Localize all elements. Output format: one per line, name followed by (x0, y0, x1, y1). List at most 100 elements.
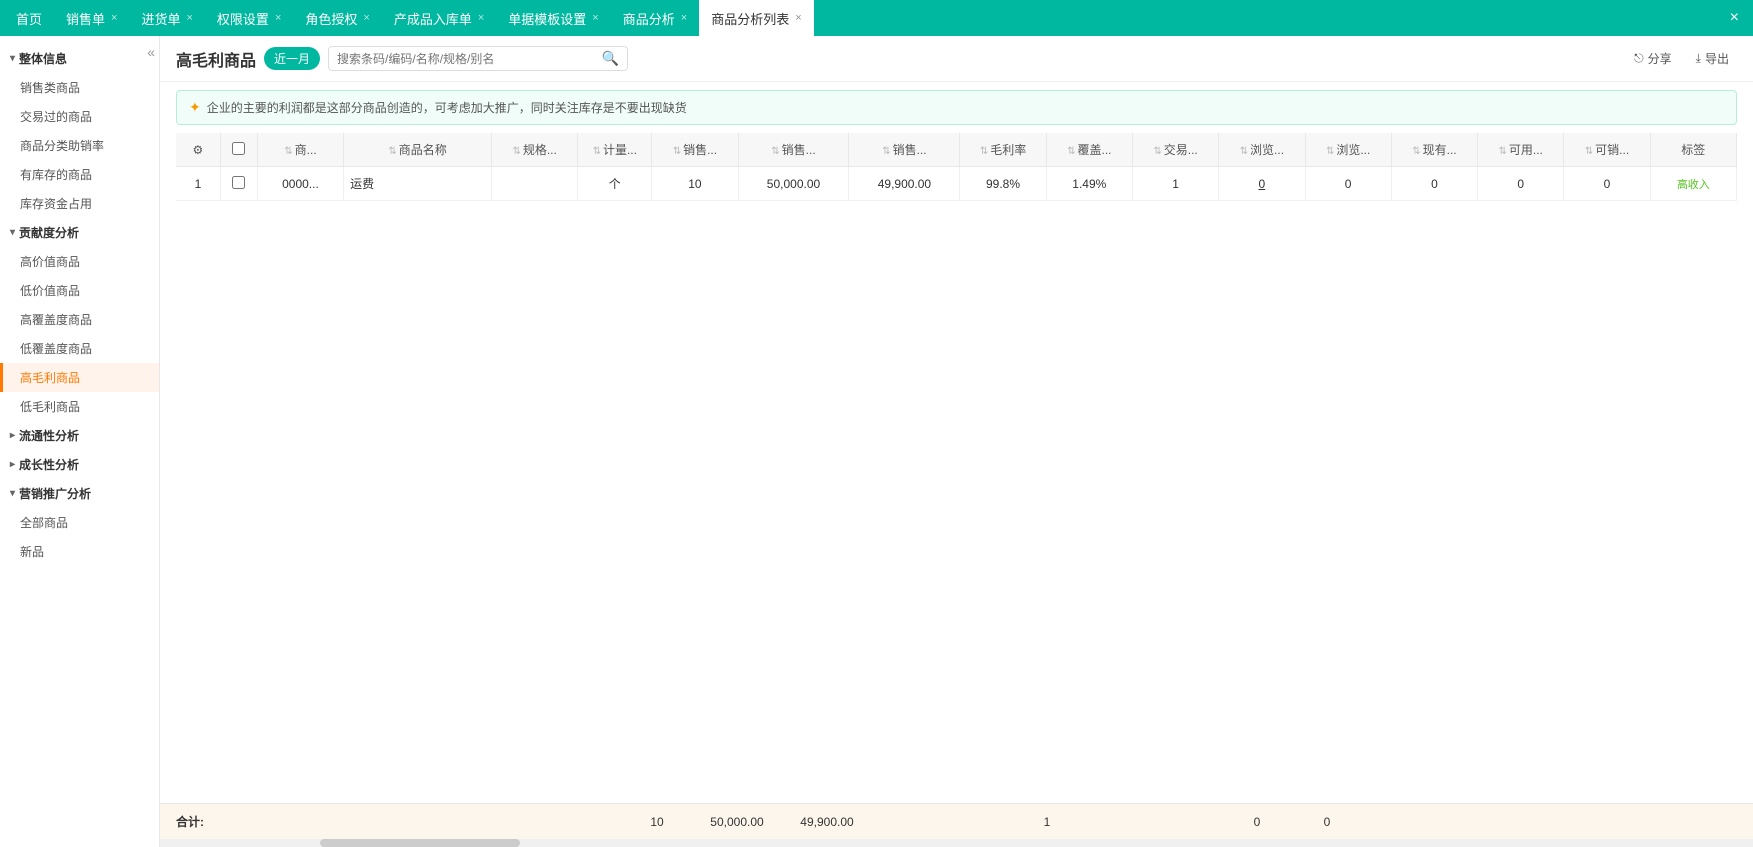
sidebar-group-arrow-3: ▸ (10, 459, 15, 470)
nav-close-icon-3[interactable]: × (275, 12, 281, 24)
col-header-14[interactable]: ⇅现有... (1391, 133, 1477, 167)
col-header-7[interactable]: ⇅销售... (738, 133, 849, 167)
nav-item-1[interactable]: 销售单× (54, 0, 129, 36)
sidebar-group-2[interactable]: ▸流通性分析 (0, 421, 159, 450)
footer-cell-14: 0 (1222, 815, 1292, 829)
sidebar-item-0-1[interactable]: 交易过的商品 (0, 102, 159, 131)
row-browse1-0[interactable]: 0 (1219, 167, 1305, 201)
sidebar-item-1-3[interactable]: 低覆盖度商品 (0, 334, 159, 363)
footer-cell-4 (492, 815, 562, 829)
period-button[interactable]: 近一月 (264, 47, 320, 70)
col-header-13[interactable]: ⇅浏览... (1305, 133, 1391, 167)
col-header-15[interactable]: ⇅可用... (1478, 133, 1564, 167)
col-label-13: 浏览... (1336, 143, 1370, 157)
sidebar-item-0-3[interactable]: 有库存的商品 (0, 160, 159, 189)
content-area: 高毛利商品 近一月 🔍 ⎋ 分享 ⤓ 导出 ✦ 企业的主要的利润都是这部分商品创… (160, 36, 1753, 847)
horizontal-scrollbar[interactable] (160, 839, 1753, 847)
export-icon: ⤓ (1696, 51, 1701, 66)
sort-icon-2: ⇅ (284, 146, 292, 157)
main-layout: « ▾整体信息销售类商品交易过的商品商品分类助销率有库存的商品库存资金占用▾贡献… (0, 36, 1753, 847)
nav-close-icon-2[interactable]: × (186, 12, 192, 24)
sidebar-group-arrow-4: ▾ (10, 488, 15, 499)
col-header-3[interactable]: ⇅商品名称 (344, 133, 492, 167)
sidebar-group-4[interactable]: ▾营销推广分析 (0, 479, 159, 508)
sidebar-group-1[interactable]: ▾贡献度分析 (0, 218, 159, 247)
sidebar-item-1-1[interactable]: 低价值商品 (0, 276, 159, 305)
col-header-12[interactable]: ⇅浏览... (1219, 133, 1305, 167)
sidebar-item-4-1[interactable]: 新品 (0, 537, 159, 566)
window-close-btn[interactable]: × (1720, 9, 1749, 27)
col-header-16[interactable]: ⇅可销... (1564, 133, 1650, 167)
footer-cell-9 (872, 815, 942, 829)
sort-icon-9: ⇅ (980, 146, 988, 157)
sidebar-item-1-0[interactable]: 高价值商品 (0, 247, 159, 276)
nav-close-icon-5[interactable]: × (478, 12, 484, 24)
footer-cell-5 (562, 815, 622, 829)
sidebar-item-1-2[interactable]: 高覆盖度商品 (0, 305, 159, 334)
col-header-4[interactable]: ⇅规格... (492, 133, 578, 167)
scrollbar-thumb[interactable] (320, 839, 520, 847)
search-box: 🔍 (328, 46, 628, 71)
row-browse2-0: 0 (1305, 167, 1391, 201)
footer-cell-7: 50,000.00 (692, 815, 782, 829)
select-all-checkbox[interactable] (232, 142, 245, 155)
nav-item-6[interactable]: 单据模板设置× (496, 0, 610, 36)
row-sellable-0: 0 (1564, 167, 1650, 201)
nav-item-8[interactable]: 商品分析列表× (699, 0, 813, 36)
nav-item-5[interactable]: 产成品入库单× (382, 0, 496, 36)
row-unit-0: 个 (578, 167, 652, 201)
nav-close-icon-6[interactable]: × (592, 12, 598, 24)
footer-cell-8: 49,900.00 (782, 815, 872, 829)
search-icon[interactable]: 🔍 (602, 50, 619, 67)
footer-cell-0 (236, 815, 272, 829)
sidebar-group-3[interactable]: ▸成长性分析 (0, 450, 159, 479)
footer-cell-16 (1362, 815, 1432, 829)
browse1-link-0[interactable]: 0 (1259, 177, 1266, 191)
export-button[interactable]: ⤓ 导出 (1688, 46, 1737, 71)
sidebar-item-1-4[interactable]: 高毛利商品 (0, 363, 159, 392)
nav-item-0[interactable]: 首页 (4, 0, 54, 36)
sort-icon-13: ⇅ (1326, 146, 1334, 157)
row-gross-margin-0: 99.8% (960, 167, 1046, 201)
col-header-6[interactable]: ⇅销售... (652, 133, 738, 167)
col-header-2[interactable]: ⇅商... (257, 133, 343, 167)
nav-close-icon-1[interactable]: × (111, 12, 117, 24)
sidebar-collapse-btn[interactable]: « (147, 44, 155, 60)
col-header-9[interactable]: ⇅毛利率 (960, 133, 1046, 167)
sidebar-item-0-0[interactable]: 销售类商品 (0, 73, 159, 102)
sort-icon-4: ⇅ (512, 146, 520, 157)
row-sales-qty-0: 10 (652, 167, 738, 201)
share-button[interactable]: ⎋ 分享 (1626, 46, 1680, 71)
col-label-11: 交易... (1164, 143, 1198, 157)
nav-close-icon-8[interactable]: × (795, 12, 801, 24)
sort-icon-14: ⇅ (1412, 146, 1420, 157)
nav-item-3[interactable]: 权限设置× (205, 0, 293, 36)
nav-item-7[interactable]: 商品分析× (611, 0, 699, 36)
col-label-9: 毛利率 (990, 143, 1026, 157)
col-header-17: 标签 (1650, 133, 1736, 167)
nav-close-icon-7[interactable]: × (681, 12, 687, 24)
sort-icon-16: ⇅ (1585, 146, 1593, 157)
sidebar-item-0-4[interactable]: 库存资金占用 (0, 189, 159, 218)
sort-icon-10: ⇅ (1067, 146, 1075, 157)
col-header-1 (220, 133, 257, 167)
sidebar: « ▾整体信息销售类商品交易过的商品商品分类助销率有库存的商品库存资金占用▾贡献… (0, 36, 160, 847)
row-checkbox-0[interactable] (232, 176, 245, 189)
sidebar-group-0[interactable]: ▾整体信息 (0, 44, 159, 73)
search-input[interactable] (337, 52, 602, 66)
sidebar-item-4-0[interactable]: 全部商品 (0, 508, 159, 537)
nav-item-2[interactable]: 进货单× (129, 0, 204, 36)
sidebar-item-0-2[interactable]: 商品分类助销率 (0, 131, 159, 160)
col-header-0: ⚙ (176, 133, 220, 167)
sidebar-item-1-5[interactable]: 低毛利商品 (0, 392, 159, 421)
col-header-10[interactable]: ⇅覆盖... (1046, 133, 1132, 167)
col-header-8[interactable]: ⇅销售... (849, 133, 960, 167)
top-nav: 首页销售单×进货单×权限设置×角色授权×产成品入库单×单据模板设置×商品分析×商… (0, 0, 1753, 36)
nav-close-icon-4[interactable]: × (363, 12, 369, 24)
row-spec-0 (492, 167, 578, 201)
col-header-5[interactable]: ⇅计量... (578, 133, 652, 167)
sort-icon-12: ⇅ (1240, 146, 1248, 157)
col-label-10: 覆盖... (1077, 143, 1111, 157)
nav-item-4[interactable]: 角色授权× (293, 0, 381, 36)
col-header-11[interactable]: ⇅交易... (1132, 133, 1218, 167)
